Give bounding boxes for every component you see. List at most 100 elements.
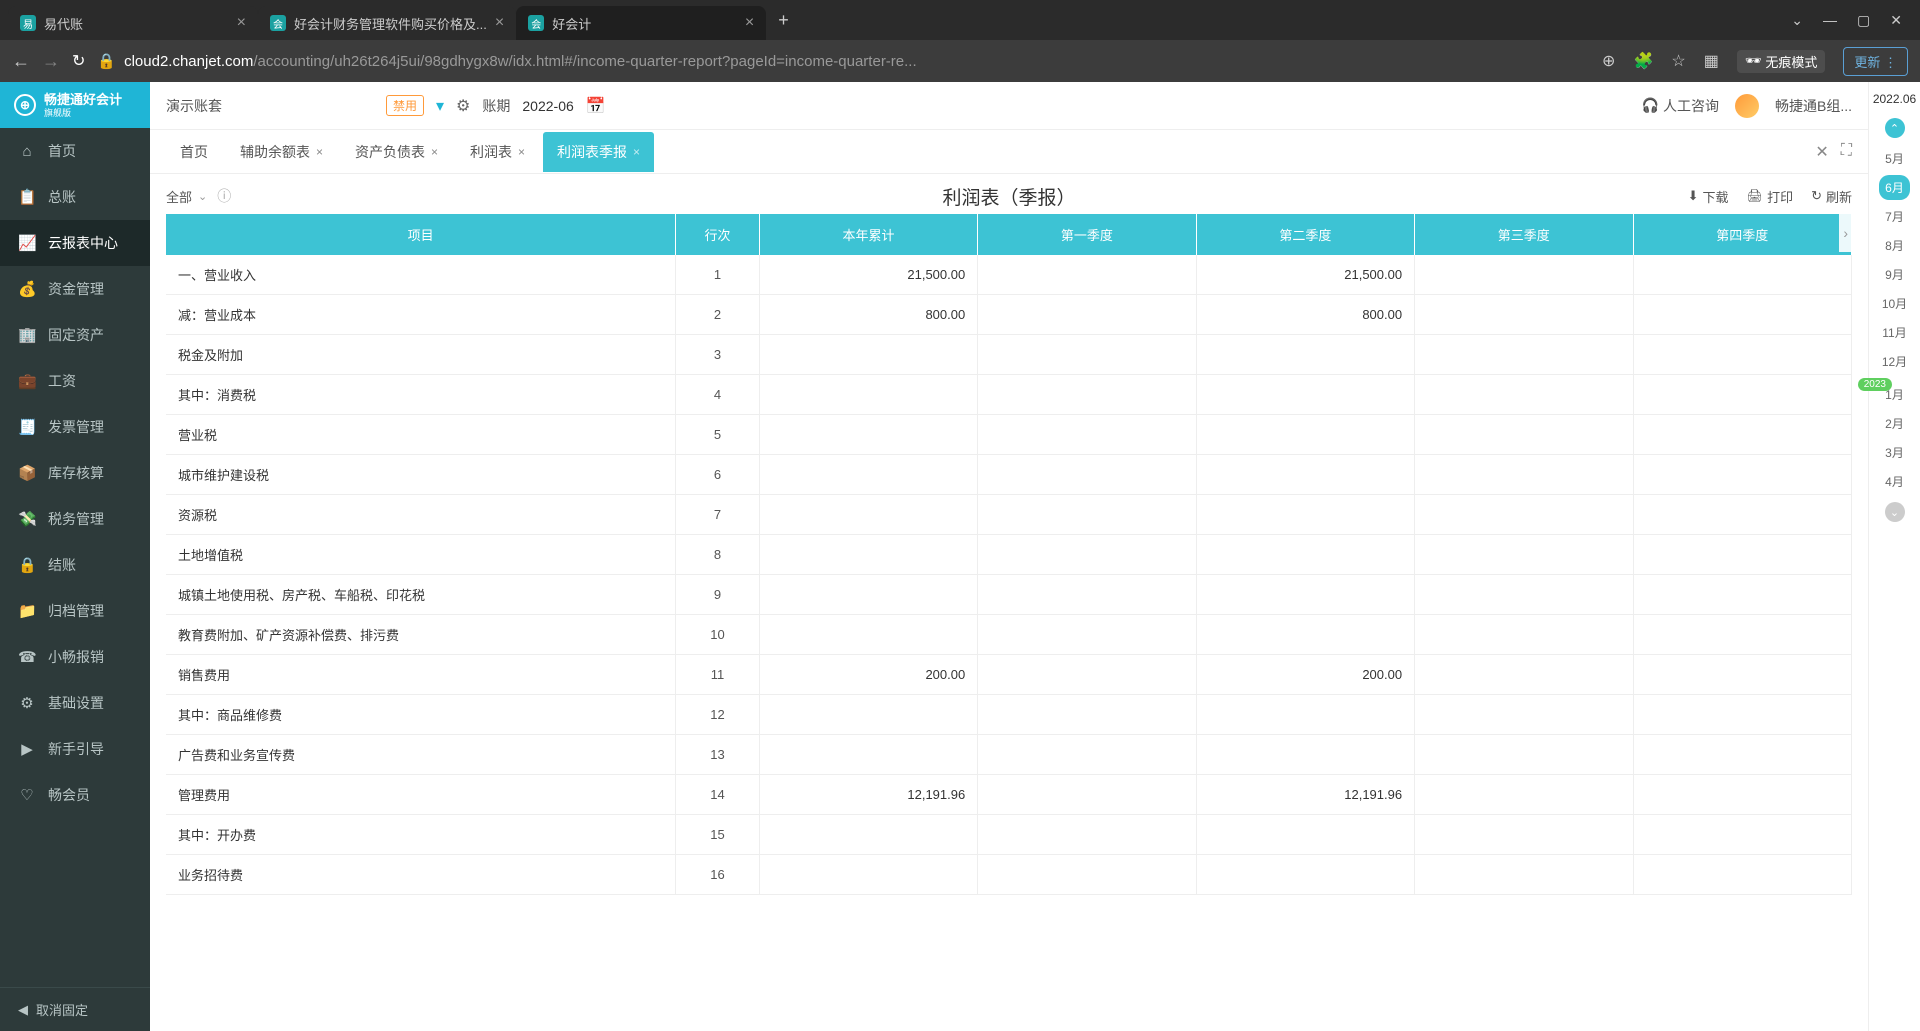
tab-close-icon[interactable]: × bbox=[237, 14, 246, 32]
sidebar-item-5[interactable]: 💼工资 bbox=[0, 358, 150, 404]
tab-close-icon[interactable]: × bbox=[495, 14, 504, 32]
sidebar-item-13[interactable]: ▶新手引导 bbox=[0, 726, 150, 772]
apps-icon[interactable]: ▦ bbox=[1704, 51, 1719, 71]
table-row[interactable]: 销售费用11200.00200.00 bbox=[166, 655, 1852, 695]
table-row[interactable]: 其中：开办费15 bbox=[166, 815, 1852, 855]
table-row[interactable]: 土地增值税8 bbox=[166, 535, 1852, 575]
q3-cell bbox=[1415, 375, 1633, 415]
tab-close-icon[interactable]: × bbox=[431, 145, 438, 159]
calendar-icon[interactable]: 📅 bbox=[586, 96, 606, 116]
q4-cell bbox=[1633, 415, 1851, 455]
zoom-icon[interactable]: ⊕ bbox=[1602, 51, 1615, 71]
window-dropdown[interactable]: ⌄ bbox=[1791, 12, 1803, 29]
tab-close-icon[interactable]: × bbox=[316, 145, 323, 159]
timeline-up-icon[interactable]: ⌃ bbox=[1885, 118, 1905, 138]
q4-cell bbox=[1633, 695, 1851, 735]
account-dropdown[interactable]: ▾ bbox=[436, 96, 444, 116]
app-logo[interactable]: ⊕ 畅捷通好会计 旗舰版 bbox=[0, 82, 150, 128]
timeline-month[interactable]: 5月 bbox=[1879, 146, 1910, 171]
timeline-month[interactable]: 3月 bbox=[1879, 440, 1910, 465]
table-row[interactable]: 广告费和业务宣传费13 bbox=[166, 735, 1852, 775]
sidebar-item-4[interactable]: 🏢固定资产 bbox=[0, 312, 150, 358]
sidebar-item-3[interactable]: 💰资金管理 bbox=[0, 266, 150, 312]
sidebar-item-2[interactable]: 📈云报表中心 bbox=[0, 220, 150, 266]
sidebar-item-1[interactable]: 📋总账 bbox=[0, 174, 150, 220]
browser-tab-0[interactable]: 易易代账 × bbox=[8, 6, 258, 40]
settings-icon[interactable]: ⚙ bbox=[456, 96, 470, 116]
scroll-right-icon[interactable]: › bbox=[1839, 214, 1852, 252]
q1-cell bbox=[978, 855, 1196, 895]
sidebar-icon: 💰 bbox=[18, 280, 36, 298]
page-tab-2[interactable]: 资产负债表× bbox=[341, 132, 452, 172]
sidebar-item-9[interactable]: 🔒结账 bbox=[0, 542, 150, 588]
browser-tab-1[interactable]: 会好会计财务管理软件购买价格及... × bbox=[258, 6, 516, 40]
sidebar-item-8[interactable]: 💸税务管理 bbox=[0, 496, 150, 542]
close-all-icon[interactable]: ✕ bbox=[1815, 142, 1828, 162]
address-bar[interactable]: 🔒 cloud2.chanjet.com/accounting/uh26t264… bbox=[97, 52, 1590, 70]
page-tab-3[interactable]: 利润表× bbox=[456, 132, 539, 172]
account-name[interactable]: 演示账套 bbox=[166, 96, 222, 116]
tab-close-icon[interactable]: × bbox=[518, 145, 525, 159]
timeline-month[interactable]: 9月 bbox=[1879, 262, 1910, 287]
table-row[interactable]: 其中：商品维修费12 bbox=[166, 695, 1852, 735]
support-link[interactable]: 🎧人工咨询 bbox=[1642, 96, 1719, 116]
timeline-month[interactable]: 11月 bbox=[1876, 320, 1912, 345]
timeline-month[interactable]: 12月 bbox=[1876, 349, 1913, 374]
table-row[interactable]: 一、营业收入121,500.0021,500.00 bbox=[166, 255, 1852, 295]
add-tab-button[interactable]: + bbox=[766, 10, 801, 31]
table-row[interactable]: 税金及附加3 bbox=[166, 335, 1852, 375]
timeline-month[interactable]: 6月 bbox=[1879, 175, 1910, 200]
item-cell: 资源税 bbox=[166, 495, 676, 535]
sidebar-item-14[interactable]: ♡畅会员 bbox=[0, 772, 150, 818]
sidebar-item-6[interactable]: 🧾发票管理 bbox=[0, 404, 150, 450]
tab-close-icon[interactable]: × bbox=[745, 14, 754, 32]
user-avatar[interactable] bbox=[1735, 94, 1759, 118]
timeline-month[interactable]: 7月 bbox=[1879, 204, 1910, 229]
sidebar-item-7[interactable]: 📦库存核算 bbox=[0, 450, 150, 496]
fullscreen-icon[interactable]: ⛶ bbox=[1841, 142, 1852, 162]
table-row[interactable]: 城镇土地使用税、房产税、车船税、印花税9 bbox=[166, 575, 1852, 615]
table-row[interactable]: 其中：消费税4 bbox=[166, 375, 1852, 415]
window-close[interactable]: ✕ bbox=[1890, 12, 1902, 29]
q4-cell bbox=[1633, 535, 1851, 575]
browser-tab-2[interactable]: 会好会计 × bbox=[516, 6, 766, 40]
item-cell: 销售费用 bbox=[166, 655, 676, 695]
help-icon[interactable]: ⓘ bbox=[217, 186, 231, 206]
timeline-month[interactable]: 2月 bbox=[1879, 411, 1910, 436]
unpin-button[interactable]: ◀ 取消固定 bbox=[0, 987, 150, 1031]
back-button[interactable]: ← bbox=[12, 51, 30, 72]
print-button[interactable]: 🖨打印 bbox=[1747, 187, 1794, 206]
refresh-button[interactable]: ↻刷新 bbox=[1811, 187, 1852, 206]
table-row[interactable]: 资源税7 bbox=[166, 495, 1852, 535]
timeline-down-icon[interactable]: ⌄ bbox=[1885, 502, 1905, 522]
table-row[interactable]: 管理费用1412,191.9612,191.96 bbox=[166, 775, 1852, 815]
page-tab-0[interactable]: 首页 bbox=[166, 132, 222, 172]
timeline-month[interactable]: 10月 bbox=[1876, 291, 1913, 316]
sidebar-item-0[interactable]: ⌂首页 bbox=[0, 128, 150, 174]
bookmark-icon[interactable]: ☆ bbox=[1671, 51, 1685, 71]
item-cell: 广告费和业务宣传费 bbox=[166, 735, 676, 775]
table-header: 行次 bbox=[676, 214, 760, 255]
sidebar-item-10[interactable]: 📁归档管理 bbox=[0, 588, 150, 634]
reload-button[interactable]: ↻ bbox=[72, 51, 85, 71]
table-row[interactable]: 教育费附加、矿产资源补偿费、排污费10 bbox=[166, 615, 1852, 655]
table-row[interactable]: 营业税5 bbox=[166, 415, 1852, 455]
window-maximize[interactable]: ▢ bbox=[1857, 12, 1870, 29]
page-tab-4[interactable]: 利润表季报× bbox=[543, 132, 654, 172]
table-row[interactable]: 业务招待费16 bbox=[166, 855, 1852, 895]
table-row[interactable]: 减：营业成本2800.00800.00 bbox=[166, 295, 1852, 335]
user-name[interactable]: 畅捷通B组... bbox=[1775, 96, 1852, 116]
sidebar-item-11[interactable]: ☎小畅报销 bbox=[0, 634, 150, 680]
sidebar-item-12[interactable]: ⚙基础设置 bbox=[0, 680, 150, 726]
tab-close-icon[interactable]: × bbox=[633, 145, 640, 159]
download-button[interactable]: ⬇下载 bbox=[1688, 187, 1729, 206]
filter-dropdown[interactable]: 全部 ⌄ ⓘ bbox=[166, 186, 231, 206]
forward-button[interactable]: → bbox=[42, 51, 60, 72]
timeline-month[interactable]: 8月 bbox=[1879, 233, 1910, 258]
table-row[interactable]: 城市维护建设税6 bbox=[166, 455, 1852, 495]
page-tab-1[interactable]: 辅助余额表× bbox=[226, 132, 337, 172]
extension-icon[interactable]: 🧩 bbox=[1633, 51, 1653, 71]
timeline-month[interactable]: 4月 bbox=[1879, 469, 1910, 494]
window-minimize[interactable]: — bbox=[1823, 12, 1837, 29]
update-button[interactable]: 更新 ⋮ bbox=[1843, 47, 1908, 76]
